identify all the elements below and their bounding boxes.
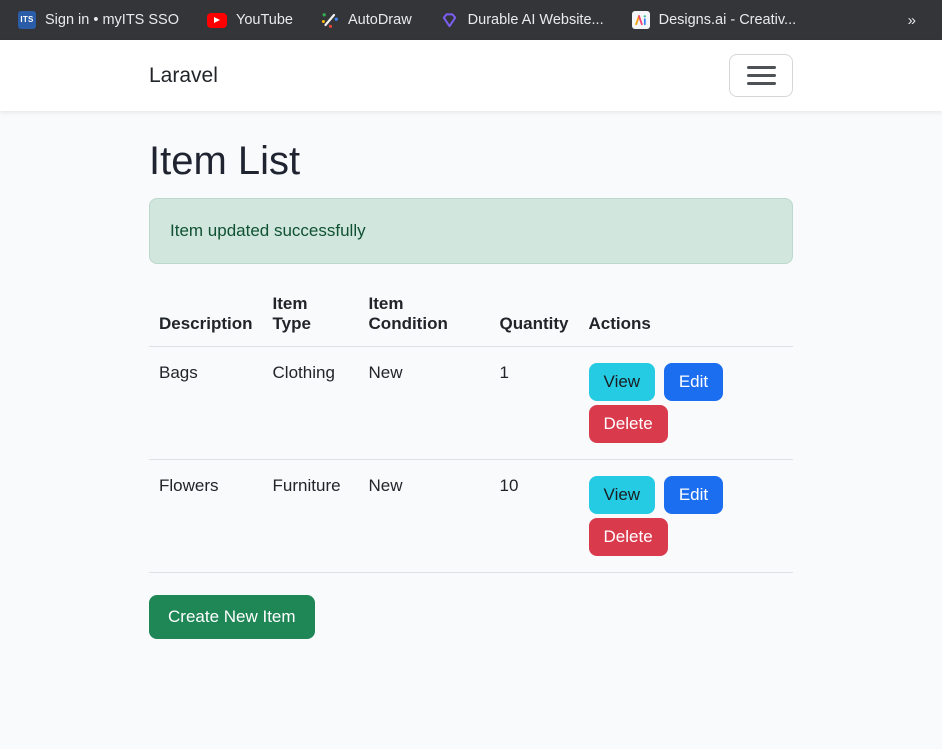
its-logo-icon: ITS [18, 11, 36, 29]
table-row: Bags Clothing New 1 View Edit Delete [149, 346, 793, 460]
cell-quantity: 10 [489, 459, 579, 573]
navbar: Laravel [0, 40, 942, 111]
bookmark-label: Durable AI Website... [467, 12, 604, 28]
edit-button[interactable]: Edit [663, 363, 724, 401]
table-row: Flowers Furniture New 10 View Edit Delet… [149, 459, 793, 573]
cell-actions: View Edit Delete [578, 459, 793, 573]
page-title: Item List [149, 139, 301, 183]
delete-button[interactable]: Delete [588, 405, 668, 443]
cell-item-type: Furniture [262, 459, 359, 573]
bookmark-myits-sso[interactable]: ITS Sign in • myITS SSO [4, 5, 193, 35]
column-header-actions: Actions [578, 288, 793, 347]
bookmarks-overflow-button[interactable]: » [900, 8, 924, 33]
youtube-icon [207, 12, 228, 28]
success-alert: Item updated successfully [149, 198, 793, 264]
bookmark-designsai[interactable]: Designs.ai - Creativ... [618, 5, 811, 35]
bookmark-label: YouTube [236, 12, 293, 28]
durable-gem-icon [440, 12, 459, 29]
items-table: Description Item Type Item Condition Qua… [149, 288, 793, 573]
delete-button[interactable]: Delete [588, 518, 668, 556]
bookmark-label: Designs.ai - Creativ... [658, 12, 797, 28]
column-header-description: Description [149, 288, 263, 347]
bookmark-autodraw[interactable]: AutoDraw [307, 5, 426, 35]
designsai-logo-icon [631, 11, 650, 29]
cell-item-type: Clothing [262, 346, 359, 460]
cell-description: Flowers [149, 459, 263, 573]
cell-item-condition: New [358, 346, 490, 460]
cell-actions: View Edit Delete [578, 346, 793, 460]
main-content: Item List Item updated successfully Desc… [149, 139, 793, 639]
bookmark-durable[interactable]: Durable AI Website... [426, 5, 618, 35]
bookmark-label: AutoDraw [348, 12, 412, 28]
navbar-brand-link[interactable]: Laravel [149, 64, 218, 88]
cell-item-condition: New [358, 459, 490, 573]
column-header-item-condition: Item Condition [358, 288, 490, 347]
column-header-item-type: Item Type [262, 288, 359, 347]
bookmark-label: Sign in • myITS SSO [45, 12, 180, 28]
hamburger-icon [746, 61, 776, 90]
cell-quantity: 1 [489, 346, 579, 460]
view-button[interactable]: View [588, 363, 656, 401]
navbar-toggler-button[interactable] [729, 54, 793, 97]
create-new-item-button[interactable]: Create New Item [149, 595, 315, 639]
table-header-row: Description Item Type Item Condition Qua… [149, 288, 793, 347]
column-header-quantity: Quantity [489, 288, 579, 347]
edit-button[interactable]: Edit [663, 476, 724, 514]
bookmarks-bar: ITS Sign in • myITS SSO YouTube AutoDraw… [0, 0, 942, 40]
view-button[interactable]: View [588, 476, 656, 514]
autodraw-icon [321, 11, 339, 29]
cell-description: Bags [149, 346, 263, 460]
bookmark-youtube[interactable]: YouTube [193, 5, 307, 35]
